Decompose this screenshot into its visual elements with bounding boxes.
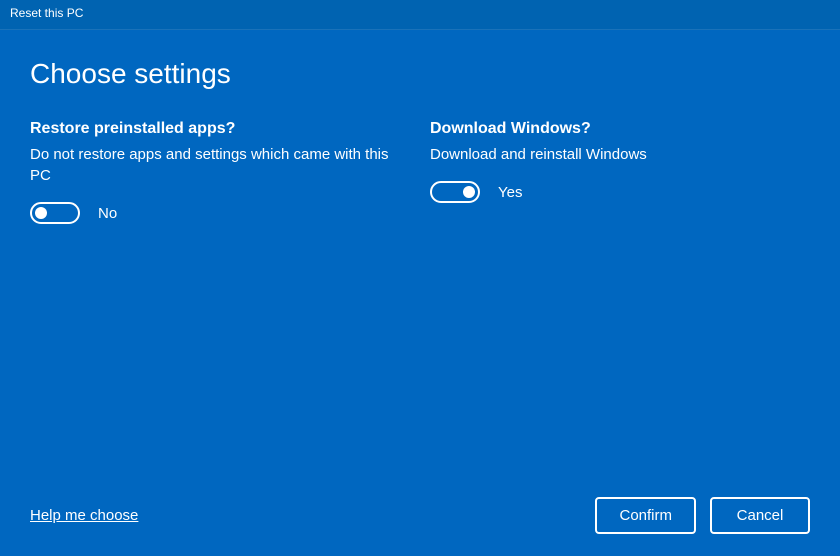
- option-download-heading: Download Windows?: [430, 120, 810, 138]
- restore-toggle-label: No: [98, 205, 117, 222]
- option-download-windows: Download Windows? Download and reinstall…: [430, 120, 810, 224]
- option-download-toggle-row: Yes: [430, 181, 810, 203]
- download-toggle[interactable]: [430, 181, 480, 203]
- download-toggle-label: Yes: [498, 184, 522, 201]
- cancel-button[interactable]: Cancel: [710, 497, 810, 534]
- option-restore-description: Do not restore apps and settings which c…: [30, 144, 410, 186]
- page-title: Choose settings: [30, 58, 810, 90]
- dialog-footer: Help me choose Confirm Cancel: [30, 497, 810, 534]
- options-grid: Restore preinstalled apps? Do not restor…: [30, 120, 810, 224]
- dialog-content: Choose settings Restore preinstalled app…: [0, 30, 840, 556]
- toggle-knob-icon: [35, 207, 47, 219]
- window-title: Reset this PC: [0, 0, 840, 30]
- help-me-choose-link[interactable]: Help me choose: [30, 507, 138, 524]
- restore-toggle[interactable]: [30, 202, 80, 224]
- toggle-knob-icon: [463, 186, 475, 198]
- option-restore-heading: Restore preinstalled apps?: [30, 120, 410, 138]
- option-download-description: Download and reinstall Windows: [430, 144, 810, 165]
- button-group: Confirm Cancel: [595, 497, 810, 534]
- confirm-button[interactable]: Confirm: [595, 497, 696, 534]
- option-restore-toggle-row: No: [30, 202, 410, 224]
- option-restore-apps: Restore preinstalled apps? Do not restor…: [30, 120, 410, 224]
